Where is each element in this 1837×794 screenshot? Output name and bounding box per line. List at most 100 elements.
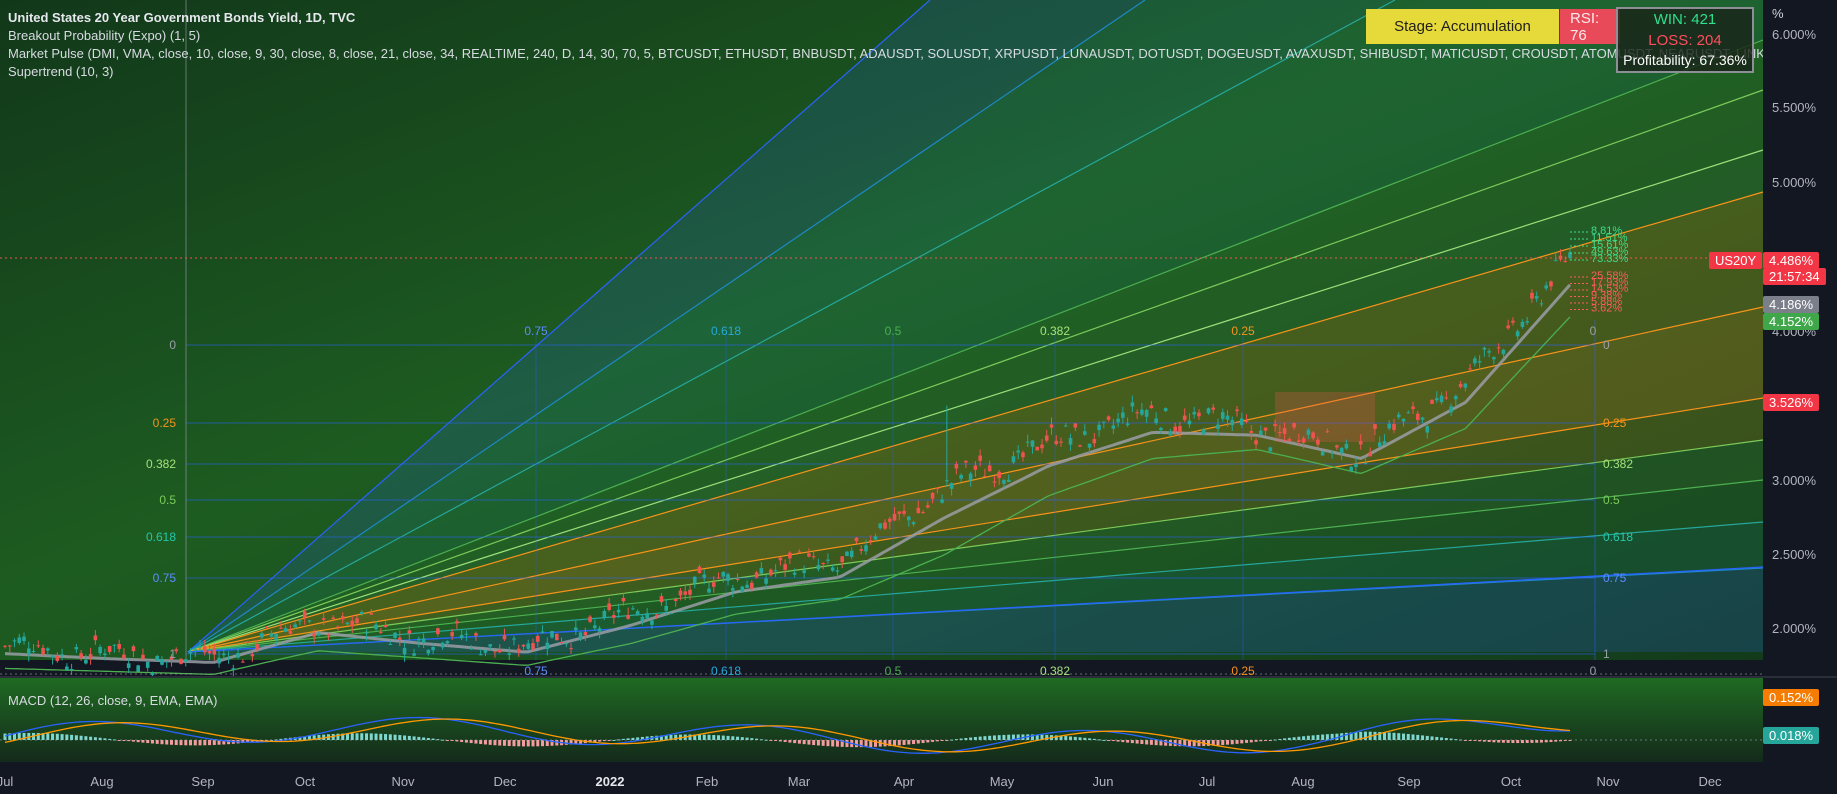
candle-body <box>916 507 921 514</box>
macd-histogram-bar <box>507 740 511 747</box>
candle-body <box>816 565 821 570</box>
candle-body <box>683 591 688 595</box>
macd-histogram-bar <box>184 740 188 746</box>
candle-body <box>1144 410 1149 417</box>
candle-body <box>1373 424 1377 429</box>
candle-body <box>1549 281 1553 287</box>
candle-body <box>593 625 597 629</box>
candle-body <box>1054 440 1059 445</box>
macd-histogram-bar <box>1492 740 1496 743</box>
candle-body <box>155 656 160 661</box>
candle-body <box>1496 347 1501 349</box>
candle-body <box>807 553 811 557</box>
price-unit-label: % <box>1772 6 1784 21</box>
candle-body <box>312 633 316 637</box>
price-chart[interactable]: 00.250.3820.50.6180.75100.250.3820.50.61… <box>0 0 1837 794</box>
candle-body <box>497 649 502 653</box>
time-axis-label: Mar <box>788 774 811 789</box>
candle-body <box>949 483 954 489</box>
macd-histogram-bar <box>1506 740 1510 743</box>
macd-histogram-bar <box>1316 734 1320 740</box>
candle-body <box>46 648 50 651</box>
candle-body <box>1553 259 1558 261</box>
macd-histogram-bar <box>912 740 916 745</box>
candle-body <box>117 644 121 649</box>
time-axis-label: Jun <box>1093 774 1114 789</box>
candle-body <box>721 572 726 577</box>
macd-histogram-bar <box>3 733 7 740</box>
macd-histogram-bar <box>807 740 811 745</box>
candle-body <box>702 574 707 578</box>
macd-histogram-bar <box>369 733 373 740</box>
candle-body <box>84 659 88 664</box>
candle-body <box>873 536 878 540</box>
candle-body <box>1201 429 1206 435</box>
candle-body <box>1420 417 1425 420</box>
candle-body <box>3 645 7 647</box>
candle-body <box>1063 425 1068 427</box>
candle-body <box>279 627 283 629</box>
candle-body <box>1106 416 1111 420</box>
candle-body <box>964 460 968 463</box>
histogram-value-label: 0.018% <box>1763 727 1820 744</box>
candle-body <box>1425 426 1430 433</box>
candle-body <box>493 651 497 653</box>
candle-body <box>1192 412 1197 415</box>
candle-body <box>1558 255 1563 260</box>
candle-body <box>1506 325 1510 329</box>
macd-histogram-bar <box>797 740 801 744</box>
candle-body <box>578 632 583 639</box>
candle-body <box>821 563 825 565</box>
candle-body <box>1230 419 1235 426</box>
candle-body <box>502 635 507 640</box>
candle-body <box>22 636 26 642</box>
macd-histogram-bar <box>127 740 131 742</box>
candle-body <box>1259 430 1263 436</box>
candle-body <box>1130 402 1135 407</box>
candle-body <box>359 611 364 615</box>
macd-histogram-bar <box>902 740 906 745</box>
macd-histogram-bar <box>1064 736 1068 740</box>
candle-body <box>540 631 545 633</box>
candle-body <box>1530 292 1534 299</box>
fib-level-label-right: 0.5 <box>1603 493 1620 507</box>
candle-body <box>1306 429 1311 435</box>
macd-histogram-bar <box>1107 740 1111 741</box>
candle-body <box>1339 447 1344 454</box>
macd-histogram-bar <box>1069 736 1073 740</box>
time-axis-label: Oct <box>295 774 316 789</box>
macd-histogram-bar <box>731 736 735 740</box>
macd-histogram-bar <box>1363 731 1367 740</box>
macd-histogram-bar <box>488 740 492 745</box>
candle-body <box>1121 412 1125 418</box>
candle-body <box>930 492 935 499</box>
macd-histogram-bar <box>854 740 858 748</box>
candle-body <box>854 537 859 542</box>
macd-histogram-bar <box>717 735 721 740</box>
macd-histogram-bar <box>821 740 825 746</box>
candle-body <box>645 613 649 619</box>
candle-body <box>369 613 374 615</box>
candle-body <box>1159 427 1163 431</box>
macd-histogram-bar <box>60 734 64 740</box>
candle-body <box>145 661 150 668</box>
candle-body <box>1377 442 1382 447</box>
fib-column-label-bottom: 0.75 <box>524 664 548 678</box>
macd-histogram-bar <box>160 740 164 745</box>
macd-histogram-bar <box>431 738 435 740</box>
candle-body <box>1254 440 1258 445</box>
candle-body <box>98 646 102 654</box>
rsi-badge: RSI: 76 <box>1560 9 1620 44</box>
candle-body <box>1125 423 1130 426</box>
candle-body <box>260 633 264 638</box>
macd-title: MACD (12, 26, close, 9, EMA, EMA) <box>8 693 218 708</box>
candle-body <box>217 657 221 664</box>
macd-histogram-bar <box>426 738 430 740</box>
candle-body <box>1358 441 1363 445</box>
time-axis-label: Dec <box>493 774 517 789</box>
fib-column-label-bottom: 0.25 <box>1231 664 1255 678</box>
candle-body <box>1182 415 1187 421</box>
candle-body <box>764 578 768 584</box>
macd-histogram-bar <box>1397 733 1401 740</box>
macd-histogram-bar <box>1149 740 1153 745</box>
